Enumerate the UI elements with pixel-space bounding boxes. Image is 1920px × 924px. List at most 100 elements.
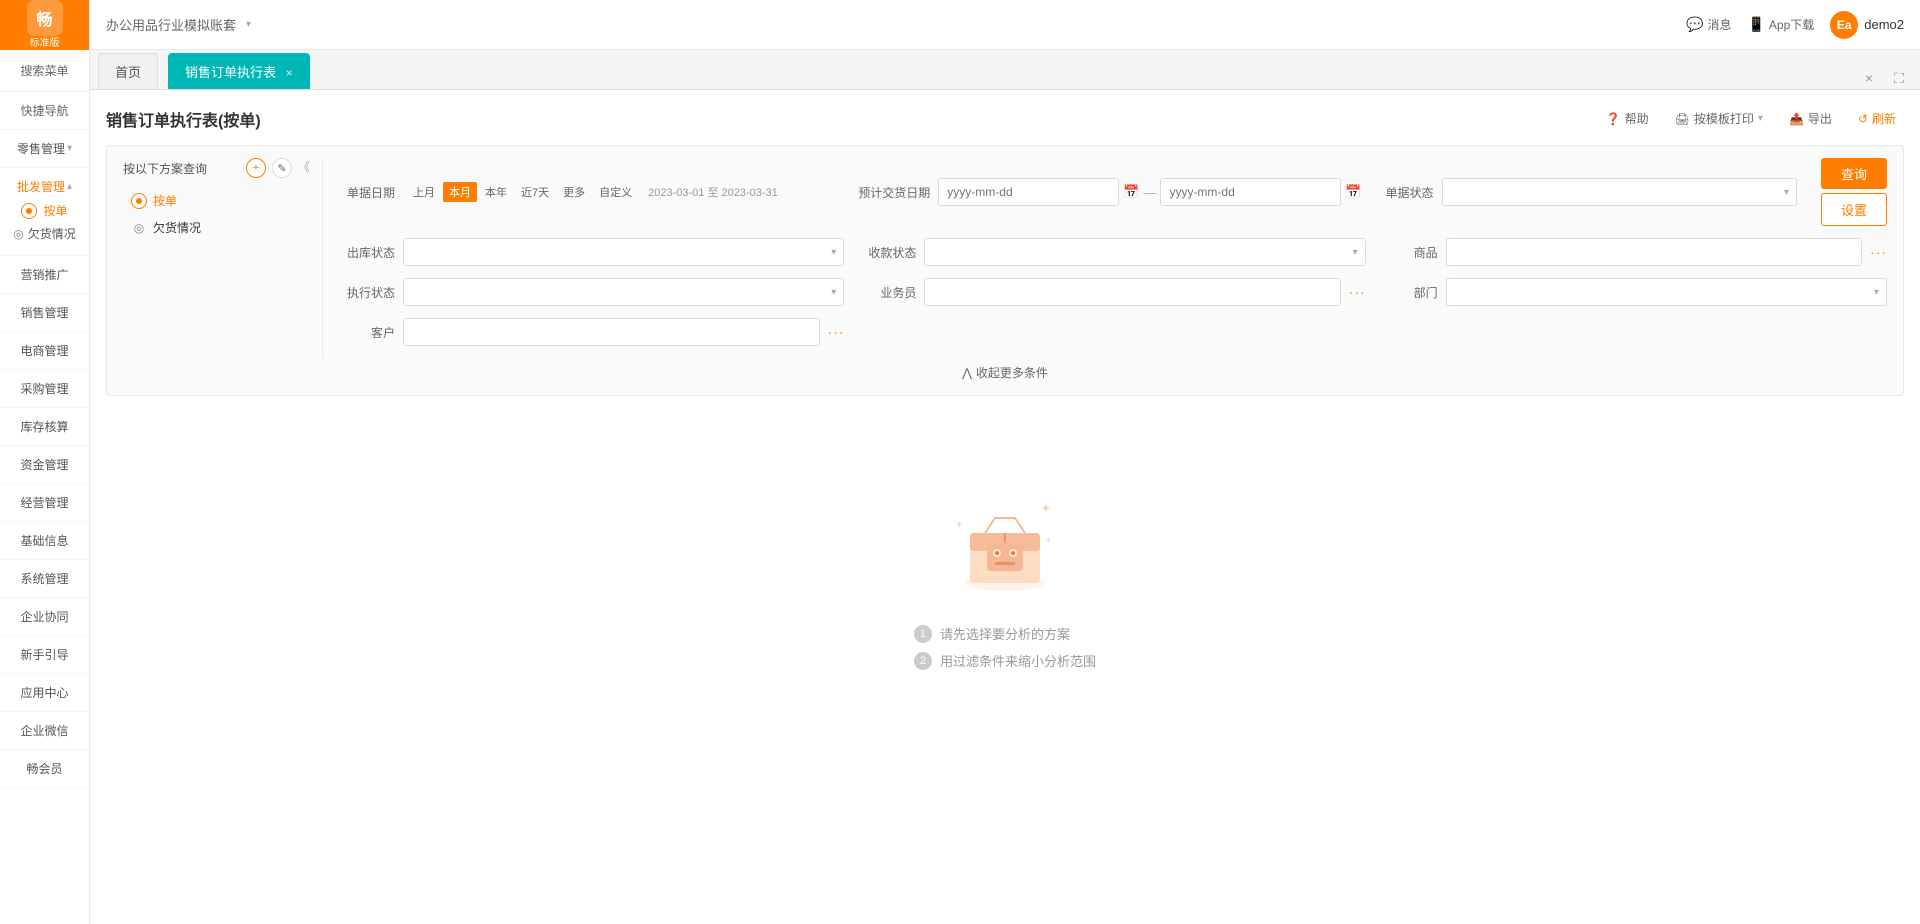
sidebar-item-operation[interactable]: 经营管理 (0, 484, 89, 522)
add-scheme-btn[interactable]: + (246, 158, 266, 178)
date-quick-this-month[interactable]: 本月 (443, 182, 477, 202)
tab-close-icon[interactable]: × (286, 66, 293, 80)
topbar-right: 💬 消息 📱 App下载 Ea demo2 (1686, 11, 1904, 39)
tab-home[interactable]: 首页 (98, 53, 158, 89)
salesman-more-btn[interactable]: ··· (1349, 284, 1366, 300)
sidebar-item-marketing[interactable]: 营销推广 (0, 256, 89, 294)
sidebar-item-enterprise[interactable]: 企业协同 (0, 598, 89, 636)
tab-close-window-btn[interactable]: × (1858, 67, 1880, 89)
topbar-app-download[interactable]: 📱 App下载 (1747, 16, 1814, 33)
sidebar-item-ecommerce[interactable]: 电商管理 (0, 332, 89, 370)
sidebar-item-system[interactable]: 系统管理 (0, 560, 89, 598)
sidebar-item-operation-label: 经营管理 (20, 496, 68, 510)
sidebar-sub-order[interactable]: 按单 (5, 199, 84, 222)
sidebar-item-finance-label: 资金管理 (20, 458, 68, 472)
topbar-user[interactable]: Ea demo2 (1830, 11, 1904, 39)
filter-row-4: 客户 ··· (339, 318, 1887, 346)
template-print-label: 按模板打印 (1694, 110, 1754, 127)
chevron-down-icon: ▾ (67, 143, 72, 154)
filter-field-payment: 收款状态 ▾ (860, 238, 1365, 266)
payment-select[interactable] (924, 238, 1365, 266)
topbar-msg-label: 消息 (1707, 16, 1731, 33)
sidebar-item-sales[interactable]: 销售管理 (0, 294, 89, 332)
sidebar-item-wholesale[interactable]: 批发管理 ▴ 按单 ◎ 欠货情况 (0, 168, 89, 256)
expected-date-from[interactable] (938, 178, 1119, 206)
customer-input[interactable] (403, 318, 820, 346)
topbar-app-label: App下载 (1769, 16, 1814, 33)
dept-select[interactable] (1446, 278, 1887, 306)
action-buttons: 查询 设置 (1821, 158, 1887, 226)
filter-panel: 按以下方案查询 + ✎ 《 按单 ◎ (106, 145, 1904, 396)
tabs-bar: 首页 销售订单执行表 × × ⛶ (90, 50, 1920, 90)
tip-text-2: 用过滤条件来缩小分析范围 (940, 651, 1096, 670)
sidebar-item-purchase-label: 采购管理 (20, 382, 68, 396)
help-btn[interactable]: ❓ 帮助 (1598, 106, 1657, 131)
outbound-select[interactable] (403, 238, 844, 266)
calendar-icon-1[interactable]: 📅 (1123, 184, 1139, 200)
sidebar-item-appstore[interactable]: 应用中心 (0, 674, 89, 712)
tab-sales-order[interactable]: 销售订单执行表 × (168, 53, 310, 89)
sidebar-item-inventory[interactable]: 库存核算 (0, 408, 89, 446)
goods-more-btn[interactable]: ··· (1870, 244, 1887, 260)
exec-label: 执行状态 (339, 284, 395, 301)
customer-label: 客户 (339, 324, 395, 341)
refresh-btn[interactable]: ↺ 刷新 (1850, 106, 1904, 131)
date-quick-7days[interactable]: 近7天 (515, 182, 555, 202)
topbar-left: 办公用品行业模拟账套 ▾ (106, 15, 251, 34)
sidebar-item-retail-label: 零售管理 (17, 140, 65, 157)
collapse-up-icon: ⋀ (962, 366, 972, 380)
tab-expand-btn[interactable]: ⛶ (1888, 67, 1910, 89)
date-quick-last-month[interactable]: 上月 (407, 182, 441, 202)
collapse-more-conditions[interactable]: ⋀ 收起更多条件 (123, 358, 1887, 383)
settings-button[interactable]: 设置 (1821, 193, 1887, 226)
edit-scheme-btn[interactable]: ✎ (272, 158, 292, 178)
exec-select[interactable] (403, 278, 844, 306)
date-quick-custom[interactable]: 自定义 (593, 182, 638, 202)
scheme-item-debt[interactable]: ◎ 欠货情况 (123, 215, 310, 240)
sidebar-item-member[interactable]: 畅会员 (0, 750, 89, 788)
salesman-input[interactable] (924, 278, 1340, 306)
page-header-actions: ❓ 帮助 🖨 按模板打印 ▾ 📤 导出 ↺ 刷新 (1598, 106, 1904, 131)
sidebar-search[interactable]: 搜索菜单 (0, 50, 89, 92)
filter-left-header: 按以下方案查询 + ✎ 《 (123, 158, 310, 178)
scheme-item-order[interactable]: 按单 (123, 186, 310, 215)
sidebar-logo[interactable]: 畅 标准版 (0, 0, 89, 50)
sidebar-sub-debt-label: 欠货情况 (28, 225, 76, 242)
goods-label: 商品 (1382, 244, 1438, 261)
topbar-dropdown-icon[interactable]: ▾ (246, 19, 251, 30)
export-btn[interactable]: 📤 导出 (1781, 106, 1840, 131)
collapse-scheme-btn[interactable]: 《 (298, 158, 310, 178)
expected-date-to[interactable] (1160, 178, 1341, 206)
sidebar-item-ecommerce-label: 电商管理 (20, 344, 68, 358)
sidebar-item-wechat[interactable]: 企业微信 (0, 712, 89, 750)
date-quick-more[interactable]: 更多 (557, 182, 591, 202)
sidebar-item-purchase[interactable]: 采购管理 (0, 370, 89, 408)
sidebar-item-basic[interactable]: 基础信息 (0, 522, 89, 560)
date-quick-this-year[interactable]: 本年 (479, 182, 513, 202)
sidebar: 畅 标准版 搜索菜单 快捷导航 零售管理 ▾ 批发管理 ▴ 按单 ◎ 欠货情况 (0, 0, 90, 924)
template-print-btn[interactable]: 🖨 按模板打印 ▾ (1667, 106, 1771, 131)
filter-row-1: 单据日期 上月 本月 本年 近7天 更多 自定义 2023-03-01 至 20… (339, 158, 1887, 226)
sidebar-item-newbie[interactable]: 新手引导 (0, 636, 89, 674)
empty-tip-2: 2 用过滤条件来缩小分析范围 (914, 651, 1096, 670)
sidebar-quick-nav[interactable]: 快捷导航 (0, 92, 89, 130)
filter-field-outbound: 出库状态 ▾ (339, 238, 844, 266)
customer-more-btn[interactable]: ··· (828, 324, 845, 340)
export-label: 导出 (1808, 110, 1832, 127)
tab-home-label: 首页 (115, 65, 141, 80)
sidebar-sub-order-label: 按单 (43, 202, 67, 219)
sidebar-item-finance[interactable]: 资金管理 (0, 446, 89, 484)
date-separator: — (1143, 185, 1156, 200)
status-select[interactable] (1442, 178, 1797, 206)
sidebar-sub-debt[interactable]: ◎ 欠货情况 (5, 222, 84, 245)
calendar-icon-2[interactable]: 📅 (1345, 184, 1361, 200)
sidebar-item-basic-label: 基础信息 (20, 534, 68, 548)
debt-icon: ◎ (131, 220, 147, 236)
sidebar-item-retail[interactable]: 零售管理 ▾ (0, 130, 89, 168)
empty-state: ✦ ✦ ✦ 1 请先选择要分析的方案 (106, 408, 1904, 750)
query-button[interactable]: 查询 (1821, 158, 1887, 189)
topbar: 办公用品行业模拟账套 ▾ 💬 消息 📱 App下载 Ea demo2 (90, 0, 1920, 50)
topbar-messages[interactable]: 💬 消息 (1686, 16, 1731, 33)
date-quick-btns: 上月 本月 本年 近7天 更多 自定义 (407, 182, 638, 202)
goods-input[interactable] (1446, 238, 1862, 266)
